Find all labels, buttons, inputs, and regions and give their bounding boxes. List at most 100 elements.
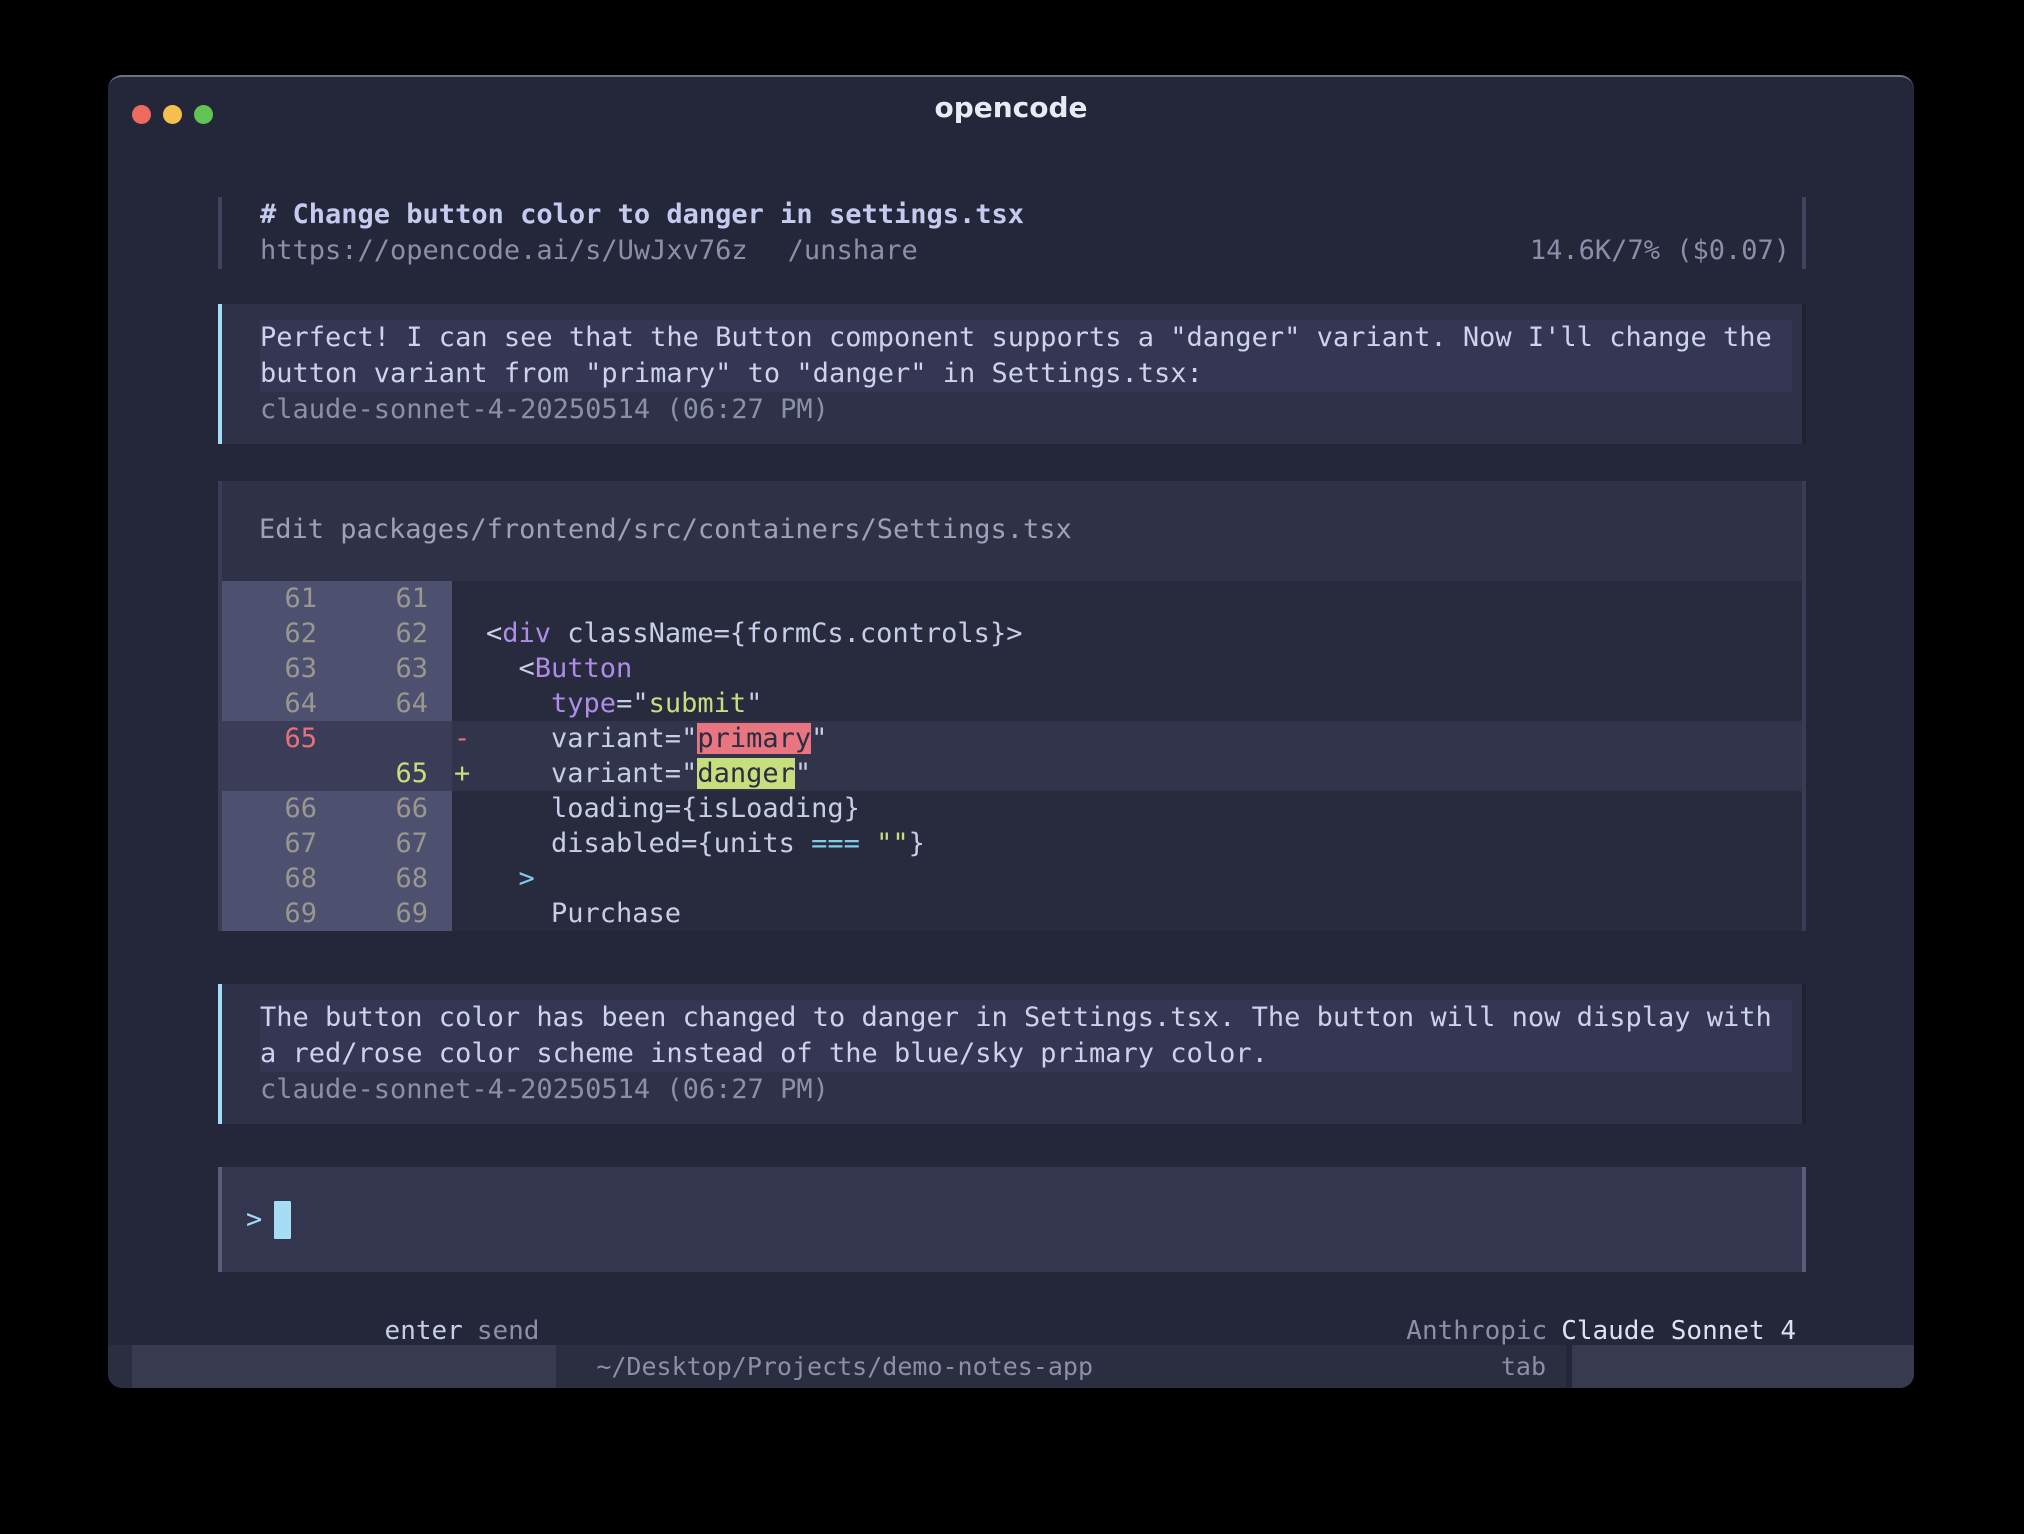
cwd-path: ~/Desktop/Projects/demo-notes-app bbox=[596, 1345, 1093, 1388]
diff-code-line: loading={isLoading} bbox=[486, 791, 1802, 826]
diff-marker bbox=[452, 651, 486, 686]
code-token: < bbox=[486, 618, 502, 649]
diff-view: 61616262<div className={formCs.controls}… bbox=[222, 581, 1802, 931]
code-token: =" bbox=[616, 688, 649, 719]
code-token: div bbox=[502, 618, 551, 649]
diff-marker: - bbox=[452, 721, 486, 756]
status-bar-right: tab BUILDMODE bbox=[1501, 1345, 1914, 1388]
diff-marker bbox=[452, 826, 486, 861]
code-token: variant=" bbox=[486, 723, 697, 754]
diff-marker bbox=[452, 896, 486, 931]
code-token: className={formCs.controls}> bbox=[551, 618, 1022, 649]
diff-row: 65 - variant="primary" bbox=[222, 721, 1802, 756]
code-token: === bbox=[811, 828, 860, 859]
diff-row: 6464 type="submit" bbox=[222, 686, 1802, 721]
diff-code-line: <Button bbox=[486, 651, 1802, 686]
message-meta: claude-sonnet-4-20250514 (06:27 PM) bbox=[260, 392, 1792, 428]
diff-marker bbox=[452, 581, 486, 616]
tab-key-hint[interactable]: tab bbox=[1501, 1345, 1546, 1388]
status-bar-left: opencodev0.3.11 ~/Desktop/Projects/demo-… bbox=[132, 1345, 1093, 1388]
diff-old-lineno: 64 bbox=[222, 686, 327, 721]
diff-new-lineno: 65 bbox=[327, 756, 452, 791]
assistant-message-2: The button color has been changed to dan… bbox=[218, 984, 1806, 1124]
diff-old-lineno: 67 bbox=[222, 826, 327, 861]
diff-code-line bbox=[486, 581, 1802, 616]
diff-row: 6868 > bbox=[222, 861, 1802, 896]
diff-code-line: disabled={units === ""} bbox=[486, 826, 1802, 861]
message-text: The button color has been changed to dan… bbox=[260, 1000, 1792, 1072]
diff-new-lineno: 62 bbox=[327, 616, 452, 651]
model-provider: Anthropic bbox=[1406, 1316, 1547, 1346]
session-subtitle: https://opencode.ai/s/UwJxv76z /unshare … bbox=[260, 233, 1790, 269]
diff-code-line: variant="primary" bbox=[486, 721, 1802, 756]
app-name-version: opencodev0.3.11 bbox=[132, 1345, 556, 1388]
diff-marker: + bbox=[452, 756, 486, 791]
diff-old-lineno bbox=[222, 756, 327, 791]
code-token: variant=" bbox=[486, 758, 697, 789]
diff-old-lineno: 66 bbox=[222, 791, 327, 826]
code-token: " bbox=[811, 723, 827, 754]
code-token: disabled={units bbox=[486, 828, 811, 859]
unshare-command[interactable]: /unshare bbox=[788, 233, 918, 269]
diff-old-lineno: 65 bbox=[222, 721, 327, 756]
diff-new-lineno bbox=[327, 721, 452, 756]
code-token: type bbox=[551, 688, 616, 719]
diff-old-lineno: 69 bbox=[222, 896, 327, 931]
diff-old-lineno: 62 bbox=[222, 616, 327, 651]
code-token: > bbox=[519, 863, 535, 894]
diff-new-lineno: 63 bbox=[327, 651, 452, 686]
code-token: Purchase bbox=[486, 898, 681, 929]
diff-marker bbox=[452, 861, 486, 896]
diff-row: 6666 loading={isLoading} bbox=[222, 791, 1802, 826]
diff-code-line: > bbox=[486, 861, 1802, 896]
code-token: submit bbox=[649, 688, 747, 719]
diff-row: 6767 disabled={units === ""} bbox=[222, 826, 1802, 861]
diff-row: 6161 bbox=[222, 581, 1802, 616]
code-token: } bbox=[909, 828, 925, 859]
window-titlebar[interactable]: opencode bbox=[108, 77, 1914, 135]
diff-new-lineno: 61 bbox=[327, 581, 452, 616]
model-name: Claude Sonnet 4 bbox=[1561, 1316, 1796, 1346]
diff-old-lineno: 63 bbox=[222, 651, 327, 686]
window-title: opencode bbox=[108, 77, 1914, 135]
diff-new-lineno: 68 bbox=[327, 861, 452, 896]
code-token: primary bbox=[697, 723, 811, 754]
prompt-input[interactable]: > bbox=[218, 1167, 1806, 1272]
diff-row: 65+ variant="danger" bbox=[222, 756, 1802, 791]
diff-marker bbox=[452, 791, 486, 826]
code-token: "" bbox=[876, 828, 909, 859]
build-mode-badge: BUILDMODE bbox=[1566, 1345, 1914, 1388]
code-token: danger bbox=[697, 758, 795, 789]
diff-marker bbox=[452, 686, 486, 721]
diff-row: 6363 <Button bbox=[222, 651, 1802, 686]
code-token: Button bbox=[535, 653, 633, 684]
edit-tool-card: Edit packages/frontend/src/containers/Se… bbox=[218, 481, 1806, 931]
share-url[interactable]: https://opencode.ai/s/UwJxv76z bbox=[260, 233, 748, 269]
diff-new-lineno: 66 bbox=[327, 791, 452, 826]
enter-key-hint: enter bbox=[385, 1316, 463, 1346]
prompt-symbol: > bbox=[246, 1204, 262, 1235]
diff-new-lineno: 69 bbox=[327, 896, 452, 931]
code-token bbox=[486, 863, 519, 894]
session-title: # Change button color to danger in setti… bbox=[260, 197, 1790, 233]
code-token: < bbox=[486, 653, 535, 684]
code-token: " bbox=[746, 688, 762, 719]
code-token bbox=[486, 688, 551, 719]
message-text: Perfect! I can see that the Button compo… bbox=[260, 320, 1792, 392]
code-token: loading={isLoading} bbox=[486, 793, 860, 824]
diff-row: 6969 Purchase bbox=[222, 896, 1802, 931]
code-token: " bbox=[795, 758, 811, 789]
code-token bbox=[860, 828, 876, 859]
edit-tool-title: Edit packages/frontend/src/containers/Se… bbox=[222, 515, 1802, 545]
status-bar: opencodev0.3.11 ~/Desktop/Projects/demo-… bbox=[108, 1345, 1914, 1388]
diff-code-line: variant="danger" bbox=[486, 756, 1802, 791]
diff-code-line: <div className={formCs.controls}> bbox=[486, 616, 1802, 651]
context-stats: 14.6K/7% ($0.07) bbox=[1530, 233, 1790, 269]
session-content: # Change button color to danger in setti… bbox=[218, 197, 1806, 1376]
diff-old-lineno: 68 bbox=[222, 861, 327, 896]
message-meta: claude-sonnet-4-20250514 (06:27 PM) bbox=[260, 1072, 1792, 1108]
text-cursor bbox=[274, 1201, 291, 1239]
diff-new-lineno: 64 bbox=[327, 686, 452, 721]
diff-code-line: type="submit" bbox=[486, 686, 1802, 721]
diff-row: 6262 <div className={formCs.controls}> bbox=[222, 616, 1802, 651]
